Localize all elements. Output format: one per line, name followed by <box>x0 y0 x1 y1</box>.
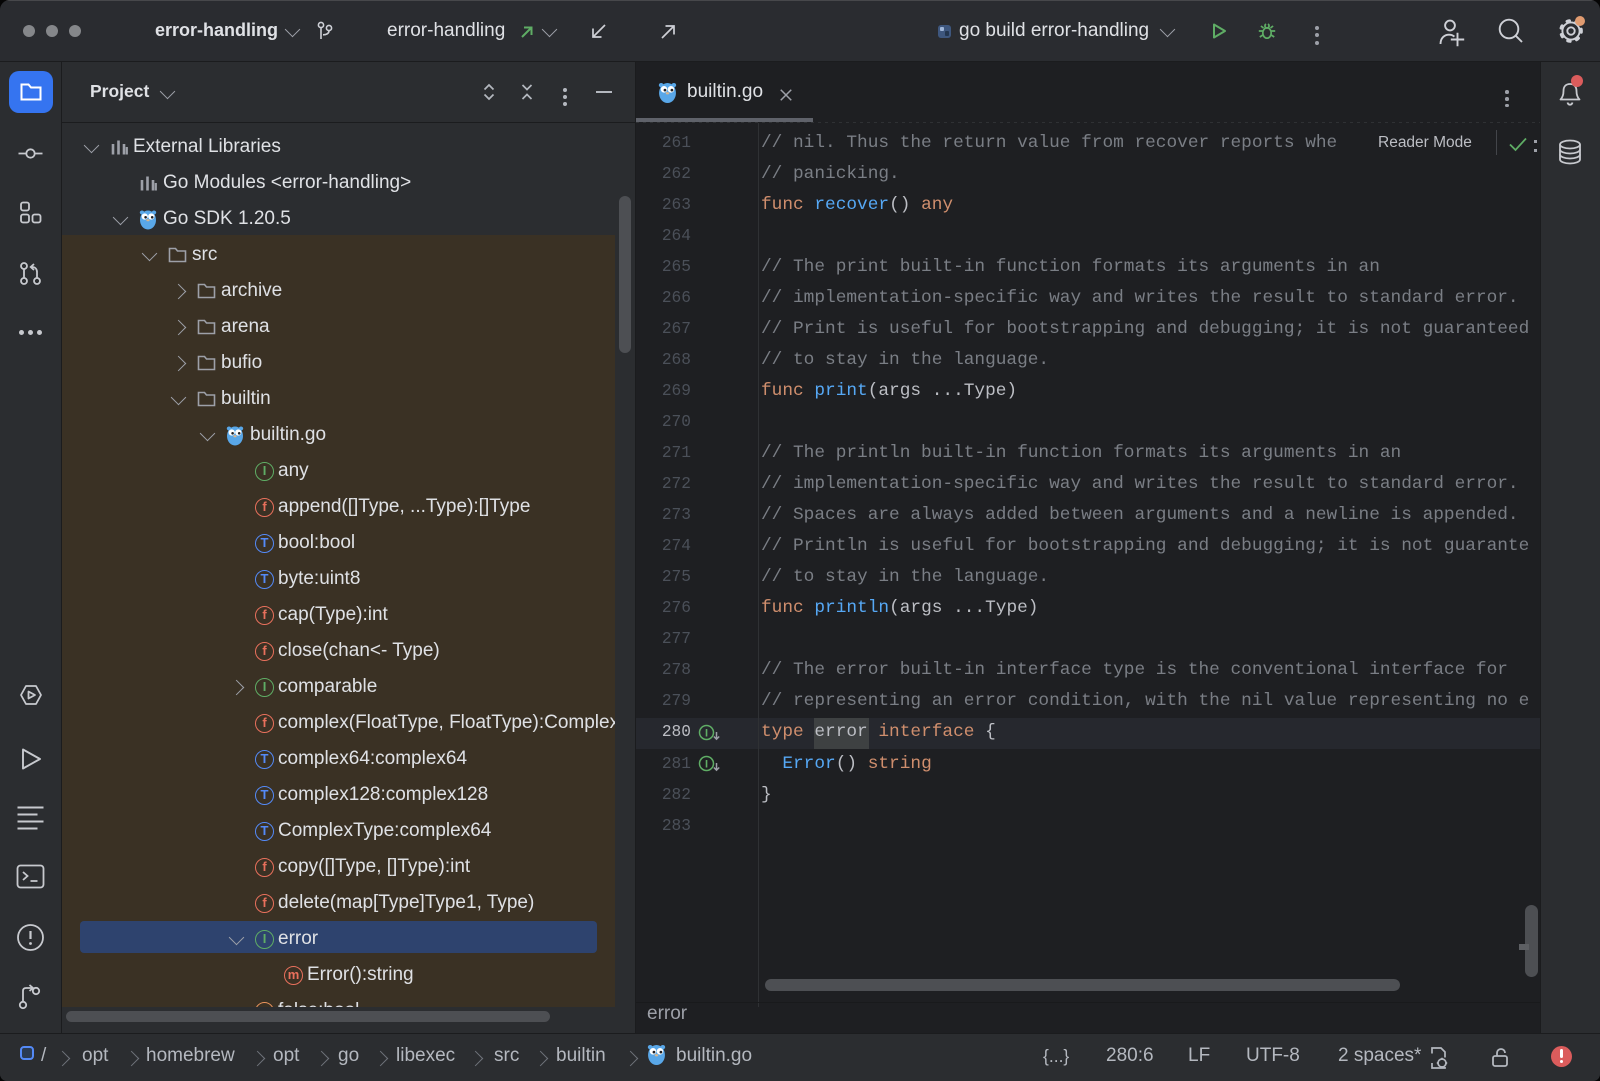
svg-text:I: I <box>705 728 708 740</box>
svg-text:I: I <box>705 759 708 771</box>
